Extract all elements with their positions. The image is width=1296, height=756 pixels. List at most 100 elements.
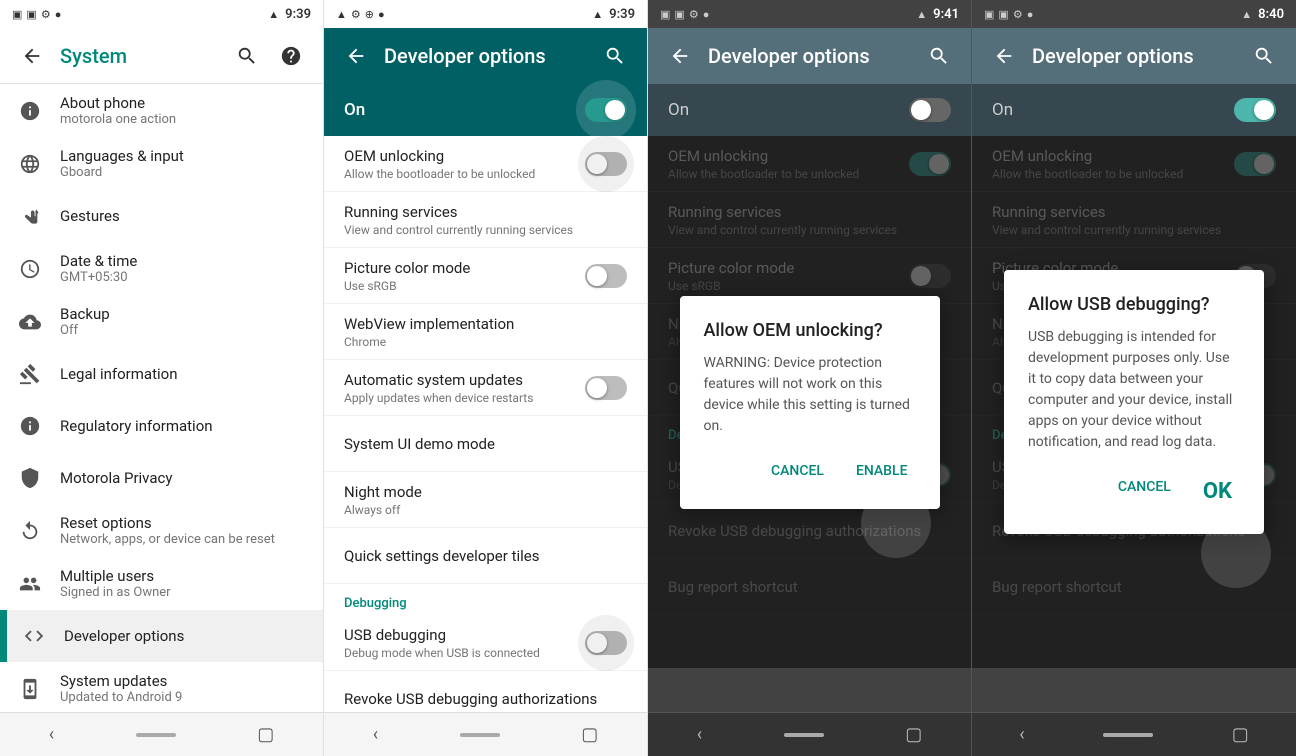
recents-nav-left[interactable]: ▢ bbox=[241, 716, 290, 753]
nav-bar-r1: ‹ ▢ bbox=[648, 712, 971, 756]
dev-list-r1: OEM unlocking Allow the bootloader to be… bbox=[648, 136, 971, 712]
sidebar-text-reset: Reset options Network, apps, or device c… bbox=[60, 514, 275, 547]
people-icon bbox=[16, 570, 44, 598]
sidebar-text-users: Multiple users Signed in as Owner bbox=[60, 567, 171, 600]
r2-on-label: On bbox=[992, 100, 1013, 120]
recents-nav-r2[interactable]: ▢ bbox=[1216, 716, 1265, 753]
status-bar-r1-icons: ▣▣⚙● bbox=[660, 8, 709, 21]
webview-item[interactable]: WebView implementation Chrome bbox=[324, 304, 647, 360]
usb-dialog-title: Allow USB debugging? bbox=[1028, 294, 1240, 315]
back-nav-r1[interactable]: ‹ bbox=[681, 716, 718, 753]
r1-on-label: On bbox=[668, 100, 689, 120]
revoke-usb-item[interactable]: Revoke USB debugging authorizations bbox=[324, 671, 647, 712]
back-nav-left[interactable]: ‹ bbox=[33, 716, 70, 753]
info-icon bbox=[16, 97, 44, 125]
nav-bar-r2: ‹ ▢ bbox=[972, 712, 1296, 756]
r1-master-toggle[interactable] bbox=[909, 98, 951, 122]
picture-color-item[interactable]: Picture color mode Use sRGB bbox=[324, 248, 647, 304]
oem-dialog: Allow OEM unlocking? WARNING: Device pro… bbox=[680, 296, 940, 509]
r2-master-toggle[interactable] bbox=[1234, 98, 1276, 122]
recents-nav-r1[interactable]: ▢ bbox=[889, 716, 938, 753]
search-button-r1[interactable] bbox=[923, 40, 955, 72]
sidebar-item-legal[interactable]: Legal information bbox=[0, 348, 323, 400]
time-r1: 9:41 bbox=[933, 7, 959, 22]
sidebar-item-regulatory[interactable]: Regulatory information bbox=[0, 400, 323, 452]
mid-panel: ▲⚙⊕● ▲ 9:39 Developer options On OEM unl bbox=[324, 0, 648, 756]
app-bar-mid: Developer options bbox=[324, 28, 647, 84]
sidebar-item-gestures[interactable]: Gestures bbox=[0, 190, 323, 242]
sidebar-text-developer: Developer options bbox=[64, 627, 184, 645]
back-button-mid[interactable] bbox=[340, 40, 372, 72]
sidebar-text-about-phone: About phone motorola one action bbox=[60, 94, 176, 127]
search-button-r2[interactable] bbox=[1248, 40, 1280, 72]
usb-debug-toggle[interactable] bbox=[585, 631, 627, 655]
sidebar-item-reset[interactable]: Reset options Network, apps, or device c… bbox=[0, 504, 323, 557]
language-icon bbox=[16, 150, 44, 178]
status-bar-r1: ▣▣⚙● ▲ 9:41 bbox=[648, 0, 971, 28]
oem-enable-btn[interactable]: Enable bbox=[848, 457, 916, 485]
back-nav-mid[interactable]: ‹ bbox=[357, 716, 394, 753]
sidebar-item-users[interactable]: Multiple users Signed in as Owner bbox=[0, 557, 323, 610]
ui-demo-item[interactable]: System UI demo mode bbox=[324, 416, 647, 472]
oem-dialog-actions: Cancel Enable bbox=[704, 457, 916, 485]
wifi-icon: ▲ bbox=[268, 8, 279, 21]
usb-dialog: Allow USB debugging? USB debugging is in… bbox=[1004, 270, 1264, 534]
sidebar-item-languages[interactable]: Languages & input Gboard bbox=[0, 137, 323, 190]
gavel-icon bbox=[16, 360, 44, 388]
sidebar-item-privacy[interactable]: Motorola Privacy bbox=[0, 452, 323, 504]
debugging-section-label: Debugging bbox=[324, 584, 647, 615]
color-toggle[interactable] bbox=[585, 264, 627, 288]
auto-updates-item[interactable]: Automatic system updates Apply updates w… bbox=[324, 360, 647, 416]
usb-ok-btn[interactable]: OK bbox=[1195, 473, 1240, 510]
app-bar-title-r1: Developer options bbox=[708, 44, 911, 68]
oem-toggle[interactable] bbox=[585, 152, 627, 176]
right1-panel: ▣▣⚙● ▲ 9:41 Developer options On OEM unl… bbox=[648, 0, 972, 756]
nav-bar-left: ‹ ▢ bbox=[0, 712, 323, 756]
app-bar-left: System bbox=[0, 28, 323, 84]
left-panel: ▣▣⚙● ▲ 9:39 System About phone motorola … bbox=[0, 0, 324, 756]
status-bar-mid-icons: ▲⚙⊕● bbox=[336, 8, 385, 21]
autoupdate-toggle[interactable] bbox=[585, 376, 627, 400]
home-indicator-r2[interactable] bbox=[1103, 733, 1153, 737]
sidebar-text-updates: System updates Updated to Android 9 bbox=[60, 672, 182, 705]
dev-header-toggle-row: On bbox=[324, 84, 647, 136]
regulatory-icon bbox=[16, 412, 44, 440]
home-indicator-left[interactable] bbox=[136, 733, 176, 737]
home-indicator-mid[interactable] bbox=[460, 733, 500, 737]
quick-settings-tiles-item[interactable]: Quick settings developer tiles bbox=[324, 528, 647, 584]
usb-debugging-item[interactable]: USB debugging Debug mode when USB is con… bbox=[324, 615, 647, 671]
night-mode-item[interactable]: Night mode Always off bbox=[324, 472, 647, 528]
time-mid: 9:39 bbox=[609, 7, 635, 22]
app-bar-r1: Developer options bbox=[648, 28, 971, 84]
back-nav-r2[interactable]: ‹ bbox=[1003, 716, 1040, 753]
help-button-left[interactable] bbox=[275, 40, 307, 72]
r1-header-toggle: On bbox=[648, 84, 971, 136]
sidebar-item-about-phone[interactable]: About phone motorola one action bbox=[0, 84, 323, 137]
dev-master-toggle[interactable] bbox=[585, 98, 627, 122]
status-bar-r2: ▣▣⚙● ▲ 8:40 bbox=[972, 0, 1296, 28]
code-icon bbox=[20, 622, 48, 650]
gesture-icon bbox=[16, 202, 44, 230]
search-button-mid[interactable] bbox=[599, 40, 631, 72]
back-button-left[interactable] bbox=[16, 40, 48, 72]
oem-unlocking-item[interactable]: OEM unlocking Allow the bootloader to be… bbox=[324, 136, 647, 192]
usb-dialog-overlay: Allow USB debugging? USB debugging is in… bbox=[972, 136, 1296, 668]
back-button-r1[interactable] bbox=[664, 40, 696, 72]
running-services-item[interactable]: Running services View and control curren… bbox=[324, 192, 647, 248]
oem-dialog-body: WARNING: Device protection features will… bbox=[704, 353, 916, 437]
sidebar-list: About phone motorola one action Language… bbox=[0, 84, 323, 712]
time-r2: 8:40 bbox=[1258, 7, 1284, 22]
time-left: 9:39 bbox=[285, 7, 311, 22]
home-indicator-r1[interactable] bbox=[784, 733, 824, 737]
sidebar-item-developer[interactable]: Developer options bbox=[0, 610, 323, 662]
sidebar-item-datetime[interactable]: Date & time GMT+05:30 bbox=[0, 242, 323, 295]
usb-cancel-btn[interactable]: Cancel bbox=[1110, 473, 1179, 510]
recents-nav-mid[interactable]: ▢ bbox=[565, 716, 614, 753]
back-button-r2[interactable] bbox=[988, 40, 1020, 72]
search-button-left[interactable] bbox=[231, 40, 263, 72]
sidebar-item-backup[interactable]: Backup Off bbox=[0, 295, 323, 348]
right2-panel: ▣▣⚙● ▲ 8:40 Developer options On OEM unl… bbox=[972, 0, 1296, 756]
sidebar-item-updates[interactable]: System updates Updated to Android 9 bbox=[0, 662, 323, 712]
reset-icon bbox=[16, 517, 44, 545]
oem-cancel-btn[interactable]: Cancel bbox=[763, 457, 832, 485]
